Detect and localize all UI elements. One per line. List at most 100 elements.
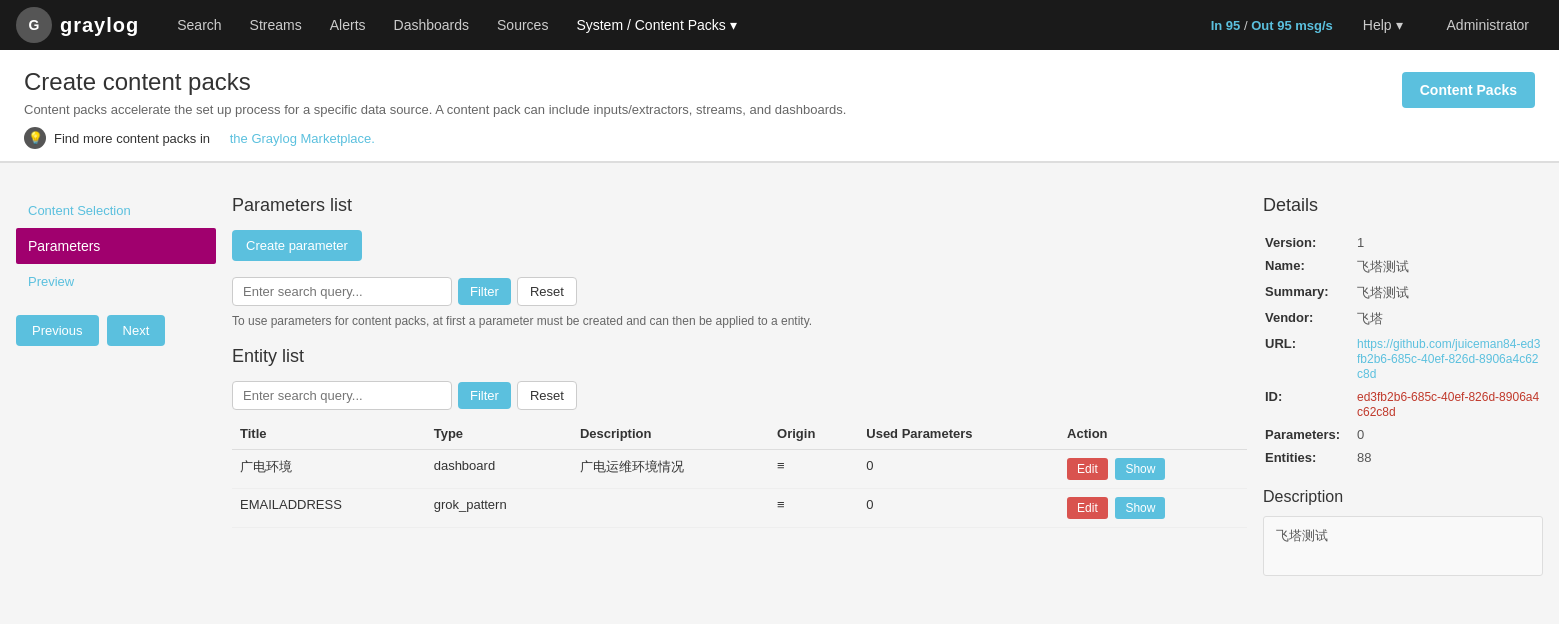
msgs-out-value: 95 <box>1277 18 1291 33</box>
details-name-value: 飞塔测试 <box>1357 255 1541 279</box>
details-vendor-row: Vendor: 飞塔 <box>1265 307 1541 331</box>
row1-origin: ≡ <box>769 450 858 489</box>
params-reset-button[interactable]: Reset <box>517 277 577 306</box>
row1-show-button[interactable]: Show <box>1115 458 1165 480</box>
params-search-bar: Filter Reset <box>232 277 1247 306</box>
row1-description: 广电运维环境情况 <box>572 450 769 489</box>
details-entities-value: 88 <box>1357 447 1541 468</box>
col-action: Action <box>1059 418 1247 450</box>
msgs-unit: msg/s <box>1295 18 1333 33</box>
col-title: Title <box>232 418 426 450</box>
params-search-input[interactable] <box>232 277 452 306</box>
details-version-row: Version: 1 <box>1265 232 1541 253</box>
details-name-row: Name: 飞塔测试 <box>1265 255 1541 279</box>
details-parameters-label: Parameters: <box>1265 424 1355 445</box>
main-content: Content Selection Parameters Preview Pre… <box>0 179 1559 592</box>
row2-type: grok_pattern <box>426 489 572 528</box>
next-button[interactable]: Next <box>107 315 166 346</box>
description-box: 飞塔测试 <box>1263 516 1543 576</box>
create-parameter-button[interactable]: Create parameter <box>232 230 362 261</box>
col-origin: Origin <box>769 418 858 450</box>
row1-actions: Edit Show <box>1059 450 1247 489</box>
marketplace-link[interactable]: the Graylog Marketplace. <box>230 131 375 146</box>
content-packs-button[interactable]: Content Packs <box>1402 72 1535 108</box>
params-filter-button[interactable]: Filter <box>458 278 511 305</box>
page-header: Create content packs Content packs accel… <box>0 50 1559 162</box>
nav-dashboards[interactable]: Dashboards <box>380 0 484 50</box>
entity-table: Title Type Description Origin Used Param… <box>232 418 1247 528</box>
details-vendor-value: 飞塔 <box>1357 307 1541 331</box>
nav-search[interactable]: Search <box>163 0 235 50</box>
entity-filter-button[interactable]: Filter <box>458 382 511 409</box>
row2-origin: ≡ <box>769 489 858 528</box>
previous-button[interactable]: Previous <box>16 315 99 346</box>
details-id-row: ID: ed3fb2b6-685c-40ef-826d-8906a4c62c8d <box>1265 386 1541 422</box>
sidebar-parameters[interactable]: Parameters <box>16 228 216 264</box>
details-parameters-value: 0 <box>1357 424 1541 445</box>
nav-sources[interactable]: Sources <box>483 0 562 50</box>
sidebar: Content Selection Parameters Preview Pre… <box>16 195 216 346</box>
description-title: Description <box>1263 488 1543 506</box>
description-text: 飞塔测试 <box>1276 528 1328 543</box>
details-version-label: Version: <box>1265 232 1355 253</box>
navbar: G graylog Search Streams Alerts Dashboar… <box>0 0 1559 50</box>
row2-title: EMAILADDRESS <box>232 489 426 528</box>
page-title: Create content packs <box>24 68 1535 96</box>
params-hint: To use parameters for content packs, at … <box>232 314 1247 328</box>
right-panel: Details Version: 1 Name: 飞塔测试 Summary: 飞… <box>1263 195 1543 576</box>
entity-search-input[interactable] <box>232 381 452 410</box>
details-url-row: URL: https://github.com/juiceman84-ed3fb… <box>1265 333 1541 384</box>
details-url-label: URL: <box>1265 333 1355 384</box>
table-row: 广电环境 dashboard 广电运维环境情况 ≡ 0 Edit Show <box>232 450 1247 489</box>
entity-search-bar: Filter Reset <box>232 381 1247 410</box>
entity-section: Entity list Filter Reset Title Type Desc… <box>232 346 1247 528</box>
nav-system-content-packs[interactable]: System / Content Packs ▾ <box>562 0 750 50</box>
details-summary-row: Summary: 飞塔测试 <box>1265 281 1541 305</box>
nav-streams[interactable]: Streams <box>236 0 316 50</box>
row2-actions: Edit Show <box>1059 489 1247 528</box>
params-section-title: Parameters list <box>232 195 1247 216</box>
entity-reset-button[interactable]: Reset <box>517 381 577 410</box>
details-entities-row: Entities: 88 <box>1265 447 1541 468</box>
details-name-label: Name: <box>1265 255 1355 279</box>
center-panel: Parameters list Create parameter Filter … <box>232 195 1247 528</box>
details-parameters-row: Parameters: 0 <box>1265 424 1541 445</box>
nav-admin[interactable]: Administrator <box>1433 0 1543 50</box>
msgs-out-label: Out <box>1251 18 1273 33</box>
details-vendor-label: Vendor: <box>1265 307 1355 331</box>
nav-links: Search Streams Alerts Dashboards Sources… <box>163 0 1210 50</box>
row1-used-params: 0 <box>858 450 1059 489</box>
entity-section-title: Entity list <box>232 346 1247 367</box>
details-summary-label: Summary: <box>1265 281 1355 305</box>
nav-help[interactable]: Help ▾ <box>1349 0 1417 50</box>
details-entities-label: Entities: <box>1265 447 1355 468</box>
logo-icon: G <box>16 7 52 43</box>
sidebar-preview[interactable]: Preview <box>16 266 216 297</box>
msgs-in-label: In <box>1211 18 1223 33</box>
details-title: Details <box>1263 195 1543 216</box>
details-table: Version: 1 Name: 飞塔测试 Summary: 飞塔测试 Vend… <box>1263 230 1543 470</box>
details-url-value[interactable]: https://github.com/juiceman84-ed3fb2b6-6… <box>1357 337 1540 381</box>
nav-alerts[interactable]: Alerts <box>316 0 380 50</box>
col-used-params: Used Parameters <box>858 418 1059 450</box>
row1-type: dashboard <box>426 450 572 489</box>
details-summary-value: 飞塔测试 <box>1357 281 1541 305</box>
marketplace-hint: 💡 Find more content packs in the Graylog… <box>24 127 1535 149</box>
marketplace-hint-text: Find more content packs in <box>54 131 210 146</box>
brand: G graylog <box>16 7 139 43</box>
col-type: Type <box>426 418 572 450</box>
col-description: Description <box>572 418 769 450</box>
sidebar-buttons: Previous Next <box>16 315 216 346</box>
row1-edit-button[interactable]: Edit <box>1067 458 1108 480</box>
row2-used-params: 0 <box>858 489 1059 528</box>
nav-right: In 95 / Out 95 msg/s Help ▾ Administrato… <box>1211 0 1543 50</box>
row2-edit-button[interactable]: Edit <box>1067 497 1108 519</box>
msgs-in-value: 95 <box>1226 18 1240 33</box>
row2-show-button[interactable]: Show <box>1115 497 1165 519</box>
sidebar-content-selection[interactable]: Content Selection <box>16 195 216 226</box>
details-id-value: ed3fb2b6-685c-40ef-826d-8906a4c62c8d <box>1357 390 1539 419</box>
msg-stats: In 95 / Out 95 msg/s <box>1211 18 1333 33</box>
details-id-label: ID: <box>1265 386 1355 422</box>
bulb-icon: 💡 <box>24 127 46 149</box>
row1-title: 广电环境 <box>232 450 426 489</box>
